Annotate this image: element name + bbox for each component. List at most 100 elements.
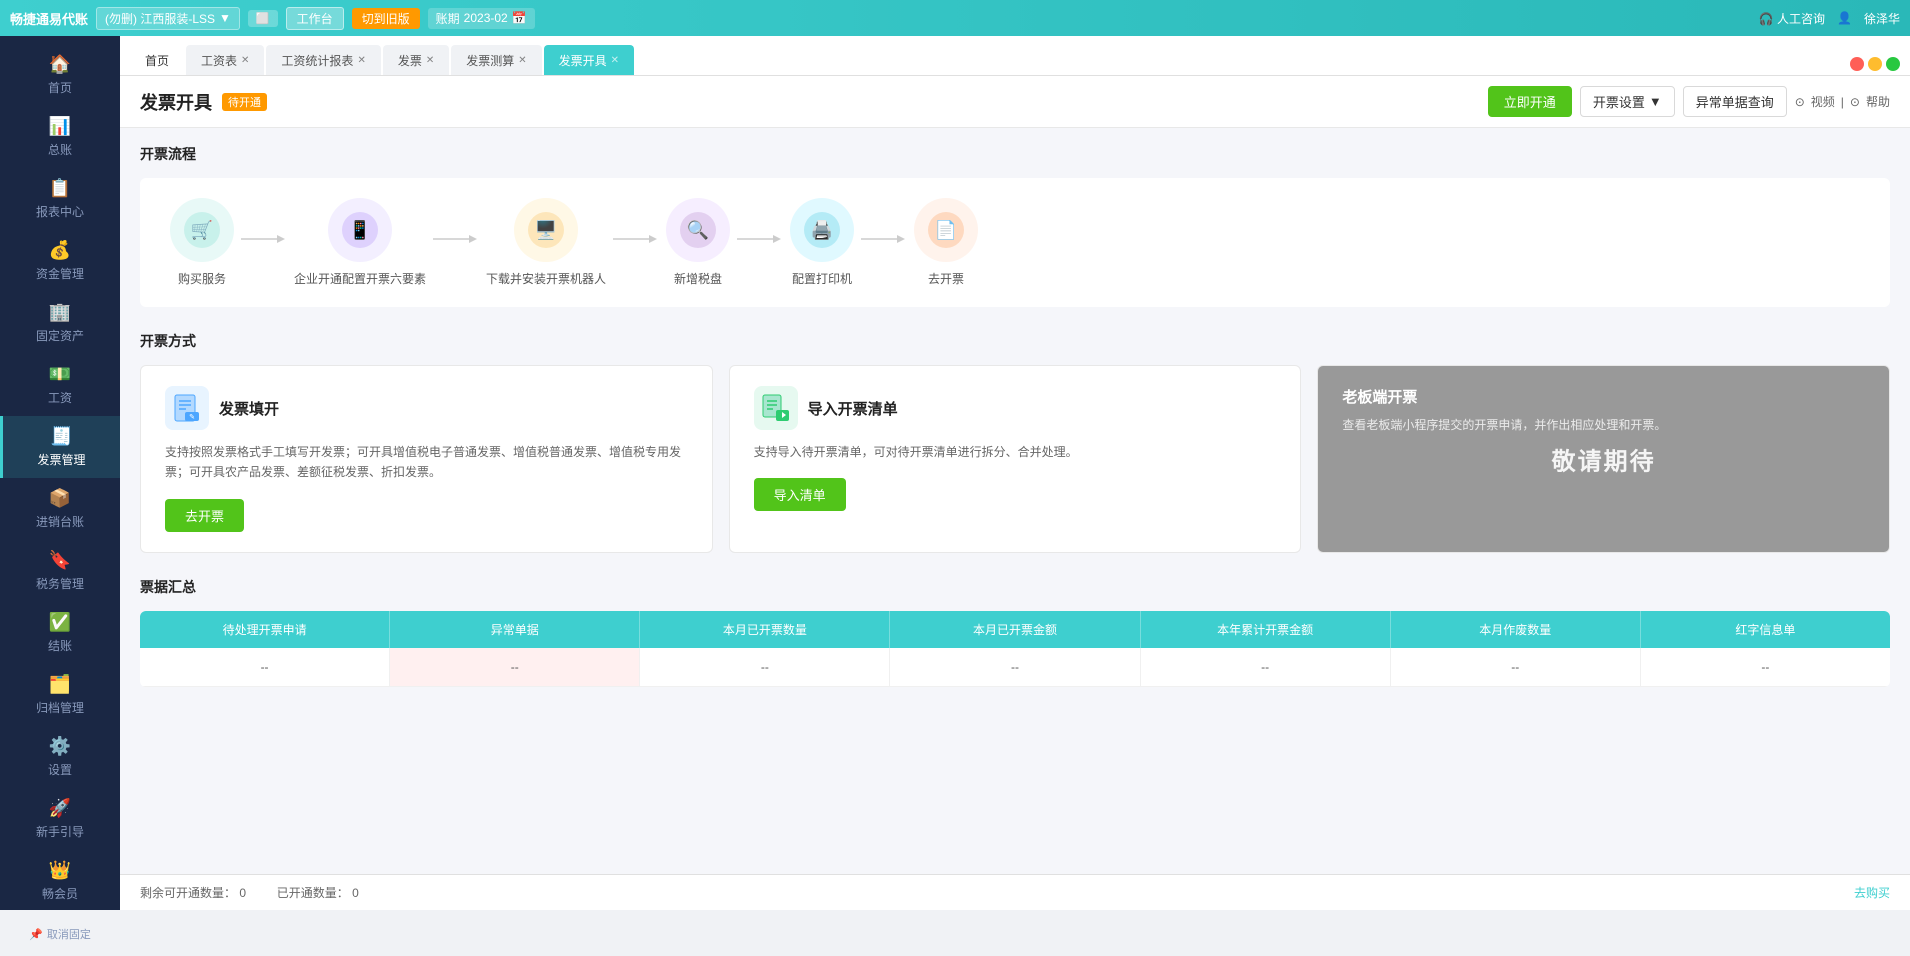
user-service-button[interactable]: 🎧 人工咨询 xyxy=(1759,10,1825,27)
video-link[interactable]: 视频 xyxy=(1811,93,1835,110)
process-step-download[interactable]: 🖥️ 下载并安装开票机器人 xyxy=(486,198,606,287)
page-header: 发票开具 待开通 立即开通 开票设置 ▼ 异常单据查询 ⊙ 视频 | ⊙ 帮助 xyxy=(120,76,1910,128)
window-maximize-button[interactable] xyxy=(1886,57,1900,71)
tab-payroll-stats[interactable]: 工资统计报表 ✕ xyxy=(266,45,380,75)
sidebar-item-invoice[interactable]: 🧾 发票管理 xyxy=(0,416,120,478)
config-icon: 📱 xyxy=(328,198,392,262)
tab-invoice[interactable]: 发票 ✕ xyxy=(383,45,449,75)
header-actions: 立即开通 开票设置 ▼ 异常单据查询 ⊙ 视频 | ⊙ 帮助 xyxy=(1488,86,1890,117)
cell-month-count: -- xyxy=(640,648,890,687)
invoice-icon: 🧾 xyxy=(50,426,72,447)
workbench-button[interactable]: 工作台 xyxy=(286,7,344,30)
coming-soon-overlay: 敬请期待 xyxy=(1552,441,1656,476)
period-tag: 账期 2023-02 📅 xyxy=(428,8,535,29)
sidebar-item-assets[interactable]: 🏢 固定资产 xyxy=(0,292,120,354)
sidebar-item-archive[interactable]: 🗂️ 归档管理 xyxy=(0,664,120,726)
top-bar-left: 畅捷通易代账 (勿删) 江西服装-LSS ▼ ⬜ 工作台 切到旧版 账期 202… xyxy=(10,7,535,30)
tab-payroll-stats-label: 工资统计报表 xyxy=(281,52,353,69)
summary-table-header: 待处理开票申请 异常单据 本月已开票数量 本月已开票金额 本年累计开票金额 本月… xyxy=(140,611,1890,648)
old-version-button[interactable]: 切到旧版 xyxy=(352,8,420,29)
user-name[interactable]: 徐泽华 xyxy=(1864,10,1900,27)
payroll-icon: 💵 xyxy=(49,364,71,385)
tab-invoice-calc-label: 发票测算 xyxy=(466,52,514,69)
sidebar-item-guide[interactable]: 🚀 新手引导 xyxy=(0,788,120,850)
window-close-button[interactable] xyxy=(1850,57,1864,71)
close-icon[interactable]: ✕ xyxy=(518,55,526,66)
sidebar-item-member[interactable]: 👑 畅会员 xyxy=(0,850,120,912)
settings-button[interactable]: 开票设置 ▼ xyxy=(1580,86,1675,117)
capital-icon: 💰 xyxy=(49,240,71,261)
svg-text:🔍: 🔍 xyxy=(687,218,709,240)
process-step-taxdisk[interactable]: 🔍 新增税盘 xyxy=(666,198,730,287)
sidebar-item-payroll[interactable]: 💵 工资 xyxy=(0,354,120,416)
svg-text:🖥️: 🖥️ xyxy=(535,219,557,240)
sidebar-label-tax: 税务管理 xyxy=(36,575,84,592)
top-bar-right: 🎧 人工咨询 👤 徐泽华 xyxy=(1759,10,1900,27)
window-minimize-button[interactable] xyxy=(1868,57,1882,71)
cell-year-amount: -- xyxy=(1141,648,1391,687)
activate-button[interactable]: 立即开通 xyxy=(1488,86,1572,117)
period-label: 账期 xyxy=(436,10,460,27)
tab-invoice-tool[interactable]: 发票开具 ✕ xyxy=(544,45,634,75)
arrow-1 xyxy=(234,213,294,273)
svg-text:🛒: 🛒 xyxy=(191,219,213,240)
tab-home[interactable]: 首页 xyxy=(130,45,184,75)
close-icon[interactable]: ✕ xyxy=(357,55,365,66)
sidebar-item-tax[interactable]: 🔖 税务管理 xyxy=(0,540,120,602)
reconcile-icon: ✅ xyxy=(49,612,71,633)
guide-icon: 🚀 xyxy=(49,798,71,819)
method-section-title: 开票方式 xyxy=(140,331,1890,351)
page-title: 发票开具 xyxy=(140,89,212,115)
top-bar: 畅捷通易代账 (勿删) 江西服装-LSS ▼ ⬜ 工作台 切到旧版 账期 202… xyxy=(0,0,1910,36)
manual-card-header: ✎ 发票填开 xyxy=(165,386,688,430)
help-icon: ⊙ xyxy=(1850,95,1860,109)
sidebar-label-reports: 报表中心 xyxy=(36,203,84,220)
sidebar-label-guide: 新手引导 xyxy=(36,823,84,840)
sidebar-item-reports[interactable]: 📋 报表中心 xyxy=(0,168,120,230)
sidebar-item-reconcile[interactable]: ✅ 结账 xyxy=(0,602,120,664)
opened-label: 已开通数量： xyxy=(277,886,349,900)
sidebar-item-home[interactable]: 🏠 首页 xyxy=(0,44,120,106)
tab-invoice-label: 发票 xyxy=(398,52,422,69)
copy-icon[interactable]: ⬜ xyxy=(248,10,278,27)
process-step-issue[interactable]: 📄 去开票 xyxy=(914,198,978,287)
calendar-icon[interactable]: 📅 xyxy=(512,11,527,25)
video-icon: ⊙ xyxy=(1795,95,1805,109)
user-avatar: 👤 xyxy=(1837,11,1852,25)
process-step-buy[interactable]: 🛒 购买服务 xyxy=(170,198,234,287)
sidebar-item-capital[interactable]: 💰 资金管理 xyxy=(0,230,120,292)
sidebar-item-settings[interactable]: ⚙️ 设置 xyxy=(0,726,120,788)
oldclient-invoice-card: 老板端开票 查看老板端小程序提交的开票申请，并作出相应处理和开票。 敬请期待 xyxy=(1317,365,1890,553)
close-icon[interactable]: ✕ xyxy=(426,55,434,66)
spacer xyxy=(249,886,273,900)
process-step-printer[interactable]: 🖨️ 配置打印机 xyxy=(790,198,854,287)
sidebar-label-capital: 资金管理 xyxy=(36,265,84,282)
home-icon: 🏠 xyxy=(49,54,71,75)
svg-text:📄: 📄 xyxy=(935,219,957,240)
col-abnormal: 异常单据 xyxy=(390,611,640,648)
tab-invoice-calc[interactable]: 发票测算 ✕ xyxy=(451,45,541,75)
close-icon[interactable]: ✕ xyxy=(241,55,249,66)
import-list-button[interactable]: 导入清单 xyxy=(754,478,846,511)
sidebar-item-ledger[interactable]: 📊 总账 xyxy=(0,106,120,168)
import-invoice-card: 导入开票清单 支持导入待开票清单，可对待开票清单进行拆分、合并处理。 导入清单 xyxy=(729,365,1302,553)
import-card-icon xyxy=(754,386,798,430)
summary-table: 待处理开票申请 异常单据 本月已开票数量 本月已开票金额 本年累计开票金额 本月… xyxy=(140,611,1890,687)
cell-red-note: -- xyxy=(1641,648,1890,687)
ledger-icon: 📊 xyxy=(49,116,71,137)
tab-payroll-table[interactable]: 工资表 ✕ xyxy=(186,45,264,75)
sidebar-item-purchase[interactable]: 📦 进销台账 xyxy=(0,478,120,540)
close-icon[interactable]: ✕ xyxy=(611,55,619,66)
process-step-config[interactable]: 📱 企业开通配置开票六要素 xyxy=(294,198,426,287)
company-selector[interactable]: (勿删) 江西服装-LSS ▼ xyxy=(96,7,240,30)
query-button[interactable]: 异常单据查询 xyxy=(1683,86,1787,117)
svg-text:🖨️: 🖨️ xyxy=(811,219,833,240)
pin-button[interactable]: 📌 取消固定 xyxy=(0,920,120,948)
headset-icon: 🎧 xyxy=(1759,12,1774,26)
config-label: 企业开通配置开票六要素 xyxy=(294,270,426,287)
process-section: 开票流程 🛒 购买服务 📱 xyxy=(140,144,1890,307)
go-invoice-button[interactable]: 去开票 xyxy=(165,499,244,532)
oldclient-card-title: 老板端开票 xyxy=(1342,386,1865,407)
help-link[interactable]: 帮助 xyxy=(1866,93,1890,110)
buy-link[interactable]: 去购买 xyxy=(1854,884,1890,901)
